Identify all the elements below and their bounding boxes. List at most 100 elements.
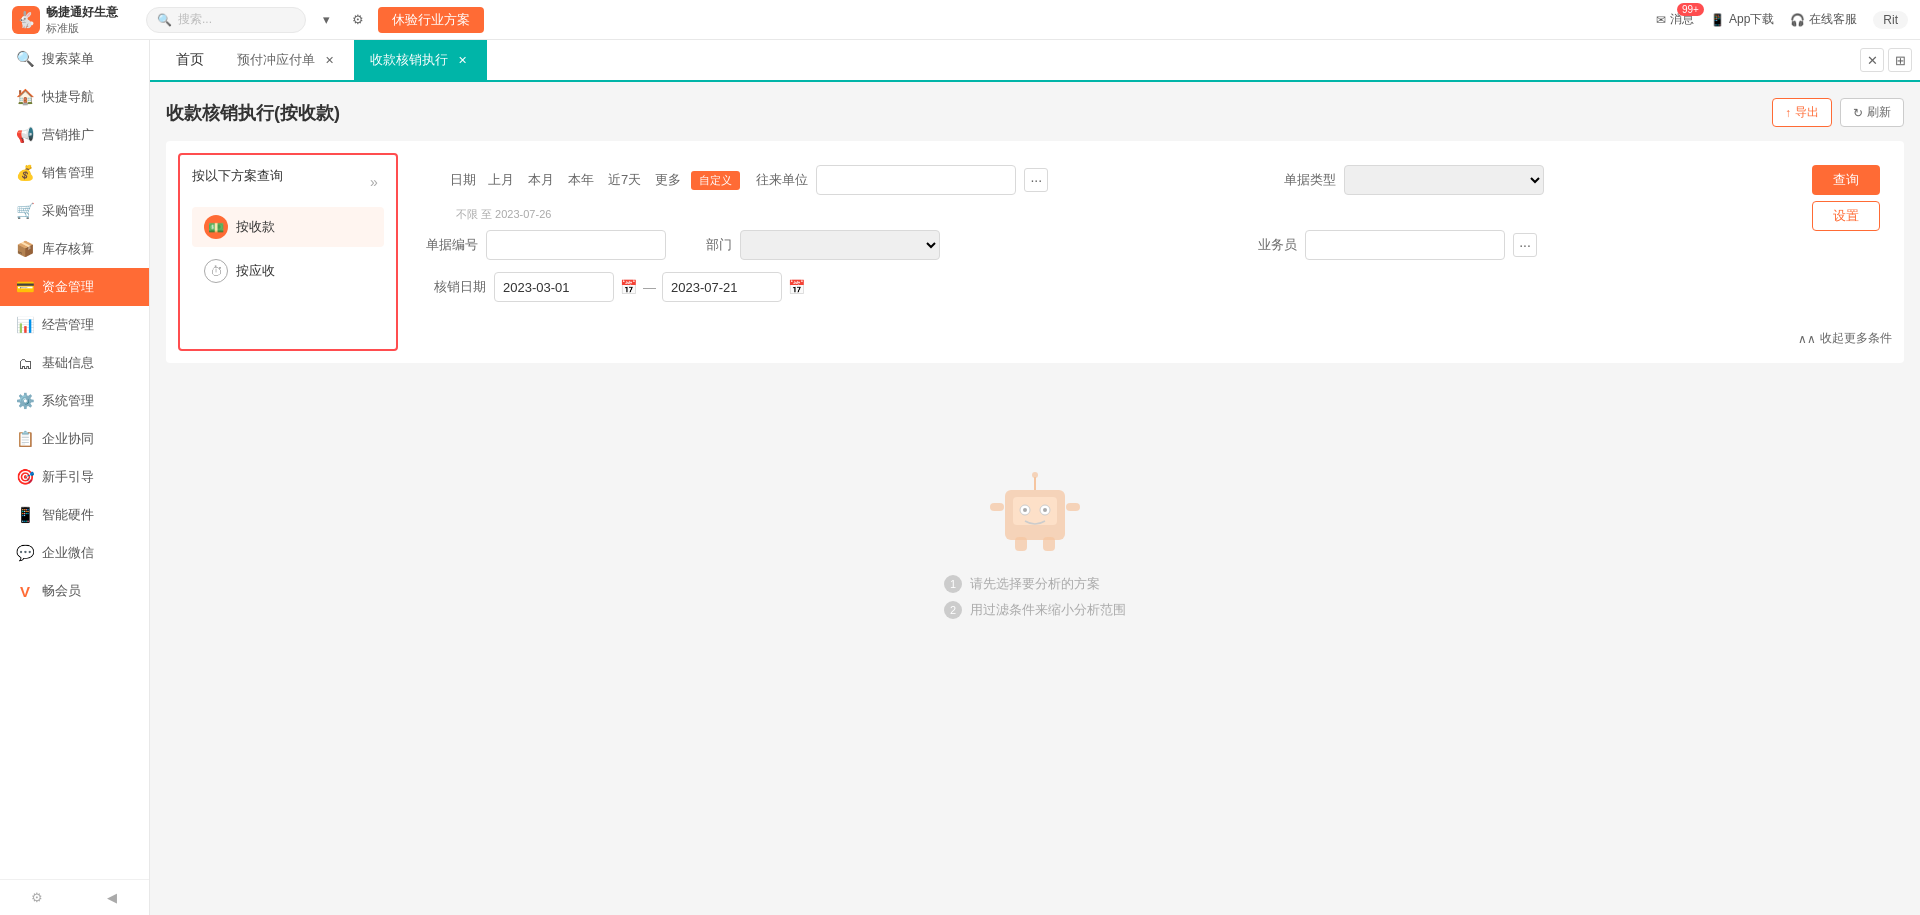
tab-writeoff-close[interactable]: ✕ [454,52,470,68]
counterparty-input[interactable] [816,165,1016,195]
user-btn[interactable]: Rit [1873,11,1908,29]
sidebar-label-purchase: 采购管理 [42,202,94,220]
topbar-settings-btn[interactable]: ⚙ [346,8,370,32]
doctype-label: 单据类型 [1284,171,1336,189]
docno-form-item: 单据编号 [426,230,666,260]
newbie-icon: 🎯 [16,468,34,486]
date-this-year[interactable]: 本年 [564,169,598,191]
topbar: 🐇 畅捷通好生意 标准版 🔍 搜索... ▾ ⚙ 休验行业方案 ✉ 消息 99+… [0,0,1920,40]
hint-num-1: 1 [944,575,962,593]
empty-hint-1: 1 请先选择要分析的方案 [944,575,1126,593]
counterparty-ellipsis-btn[interactable]: ··· [1024,168,1048,192]
date-this-month[interactable]: 本月 [524,169,558,191]
sidebar-label-collab: 企业协同 [42,430,94,448]
writeoff-start-date[interactable]: 2023-03-01 [494,272,614,302]
staff-form-item: 业务员 ··· [1247,230,1796,260]
filter-option-by-receipt[interactable]: 💵 按收款 [192,207,384,247]
dept-label: 部门 [682,236,732,254]
hint-text-2: 用过滤条件来缩小分析范围 [970,601,1126,619]
sidebar-item-purchase[interactable]: 🛒 采购管理 [0,192,149,230]
filter-collapse-btn[interactable]: » [364,172,384,192]
page-actions: ↑ 导出 ↻ 刷新 [1772,98,1904,127]
sidebar-item-finance[interactable]: 💳 资金管理 [0,268,149,306]
staff-label: 业务员 [1247,236,1297,254]
collapse-more-label: 收起更多条件 [1820,330,1892,347]
sidebar-item-newbie[interactable]: 🎯 新手引导 [0,458,149,496]
sidebar-settings-btn[interactable]: ⚙ [0,880,75,915]
sidebar-item-basic[interactable]: 🗂 基础信息 [0,344,149,382]
tab-maximize-btn[interactable]: ⊞ [1888,48,1912,72]
system-icon: ⚙️ [16,392,34,410]
staff-ellipsis-btn[interactable]: ··· [1513,233,1537,257]
topbar-search-box[interactable]: 🔍 搜索... [146,7,306,33]
date-last-month[interactable]: 上月 [484,169,518,191]
sidebar-item-search[interactable]: 🔍 搜索菜单 [0,40,149,78]
finance-icon: 💳 [16,278,34,296]
writeoff-end-date[interactable]: 2023-07-21 [662,272,782,302]
sidebar-item-wechat[interactable]: 💬 企业微信 [0,534,149,572]
sidebar-label-inventory: 库存核算 [42,240,94,258]
counterparty-form-item: 往来单位 ··· [756,165,1268,195]
dept-select[interactable] [740,230,940,260]
docno-input[interactable] [486,230,666,260]
sidebar-item-member[interactable]: V 畅会员 [0,572,149,610]
sidebar-item-system[interactable]: ⚙️ 系统管理 [0,382,149,420]
app-download-btn[interactable]: 📱 App下载 [1710,11,1774,28]
query-button[interactable]: 查询 [1812,165,1880,195]
writeoff-end-calendar-icon[interactable]: 📅 [788,279,805,295]
tab-close-all-btn[interactable]: ✕ [1860,48,1884,72]
sidebar-item-collab[interactable]: 📋 企业协同 [0,420,149,458]
tab-prepay[interactable]: 预付冲应付单 ✕ [221,40,354,80]
tab-writeoff[interactable]: 收款核销执行 ✕ [354,40,487,80]
sidebar-label-system: 系统管理 [42,392,94,410]
sidebar-item-marketing[interactable]: 📢 营销推广 [0,116,149,154]
filter-panel-title: 按以下方案查询 [192,167,283,185]
edition-label: 标准版 [46,21,118,36]
sidebar-item-sales[interactable]: 💰 销售管理 [0,154,149,192]
online-service-btn[interactable]: 🎧 在线客服 [1790,11,1857,28]
date-last-7days[interactable]: 近7天 [604,169,645,191]
collapse-chevron-icon: ∧∧ [1798,332,1816,346]
sidebar-label-member: 畅会员 [42,582,81,600]
dropdown-btn[interactable]: ▾ [314,8,338,32]
sidebar-item-inventory[interactable]: 📦 库存核算 [0,230,149,268]
svg-rect-8 [1015,537,1027,551]
writeoff-start-calendar-icon[interactable]: 📅 [620,279,637,295]
marketing-icon: 📢 [16,126,34,144]
refresh-icon: ↻ [1853,106,1863,120]
date-custom-badge[interactable]: 自定义 [691,171,740,190]
date-dash: — [643,280,656,295]
user-label: Rit [1883,13,1898,27]
date-more[interactable]: 更多 [651,169,685,191]
sidebar-item-operation[interactable]: 📊 经营管理 [0,306,149,344]
hint-text-1: 请先选择要分析的方案 [970,575,1100,593]
staff-input[interactable] [1305,230,1505,260]
content-area: 收款核销执行(按收款) ↑ 导出 ↻ 刷新 [150,82,1920,915]
tab-actions: ✕ ⊞ [1852,40,1920,80]
sidebar-item-hardware[interactable]: 📱 智能硬件 [0,496,149,534]
refresh-button[interactable]: ↻ 刷新 [1840,98,1904,127]
message-btn[interactable]: ✉ 消息 99+ [1656,11,1694,28]
settings-button[interactable]: 设置 [1812,201,1880,231]
search-form-wrapper: 日期 上月 本月 本年 近7天 更多 自定义 [410,153,1892,351]
sidebar-collapse-btn[interactable]: ◀ [75,880,150,915]
solution-button[interactable]: 休验行业方案 [378,7,484,33]
tab-prepay-close[interactable]: ✕ [321,52,337,68]
sidebar-label-wechat: 企业微信 [42,544,94,562]
doctype-select[interactable] [1344,165,1544,195]
collapse-more-btn[interactable]: ∧∧ 收起更多条件 [410,326,1892,351]
tab-spacer [487,40,1852,80]
sidebar-label-quicknav: 快捷导航 [42,88,94,106]
tab-home[interactable]: 首页 [160,40,221,80]
filter-option-label-receivable: 按应收 [236,262,275,280]
sidebar-item-quicknav[interactable]: 🏠 快捷导航 [0,78,149,116]
export-button[interactable]: ↑ 导出 [1772,98,1832,127]
search-layout: 按以下方案查询 » 💵 按收款 ⏱ 按应收 [178,153,1892,351]
svg-point-5 [1043,508,1047,512]
filter-option-by-receivable[interactable]: ⏱ 按应收 [192,251,384,291]
tab-writeoff-label: 收款核销执行 [370,51,448,69]
topbar-center: 🔍 搜索... ▾ ⚙ 休验行业方案 [126,7,1648,33]
sidebar-label-operation: 经营管理 [42,316,94,334]
search-row-3: 核销日期 2023-03-01 📅 — [426,272,1796,302]
writeoff-date-form-item: 核销日期 2023-03-01 📅 — [426,272,805,302]
